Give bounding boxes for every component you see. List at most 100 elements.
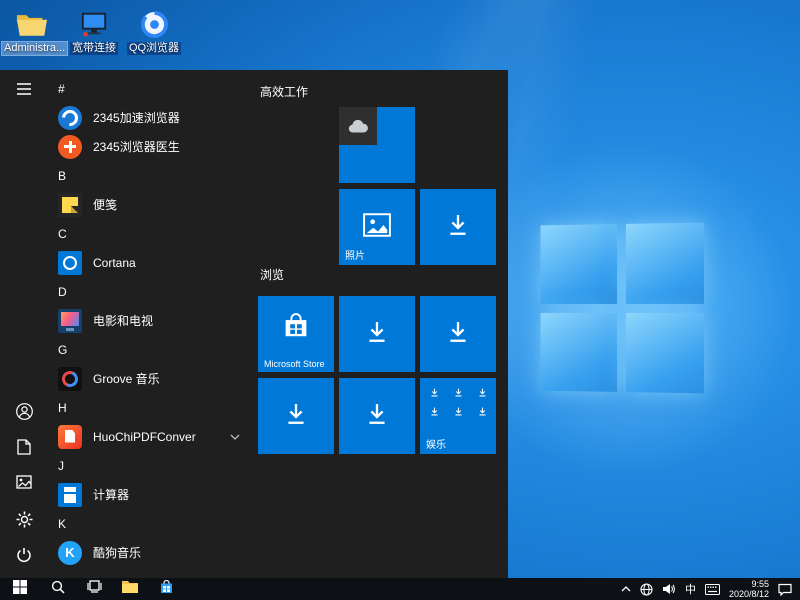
cortana-icon [58,251,82,275]
system-tray: 中 9:55 2020/8/12 [621,579,800,599]
app-list-header[interactable]: J [48,451,256,480]
app-list-item-sticky-notes[interactable]: 便笺 [48,190,256,219]
download-icon [444,318,472,351]
app-list-item-2345-browser[interactable]: 2345加速浏览器 [48,103,256,132]
header-label: B [58,169,66,183]
app-label: Groove 音乐 [93,370,160,387]
cloud-icon [339,107,377,145]
header-label: H [58,401,67,415]
header-label: # [58,82,65,96]
tile-pending-download[interactable] [339,296,415,372]
app-label: 酷狗音乐 [93,544,141,561]
app-list-header[interactable]: K [48,509,256,538]
tile-entertainment-folder[interactable]: 娱乐 [420,378,496,454]
photos-icon [363,213,391,242]
wallpaper-windows-logo [541,223,705,394]
app-label: Cortana [93,256,136,270]
windows-logo-pane [625,313,704,394]
download-icon [363,318,391,351]
app-label: 电影和电视 [93,312,153,329]
taskbar-clock[interactable]: 9:55 2020/8/12 [729,579,769,599]
folder-icon [122,580,138,598]
app-list-header[interactable]: C [48,219,256,248]
tile-pending-download[interactable] [420,189,496,265]
groove-music-icon [58,367,82,391]
windows-logo-icon [13,580,27,599]
user-icon [16,403,33,420]
header-label: C [58,227,67,241]
search-icon [51,580,65,599]
download-icon [282,400,310,433]
qq-browser-icon [124,6,184,38]
tray-chevron-button[interactable] [621,586,631,592]
taskbar: 中 9:55 2020/8/12 [0,578,800,600]
2345-browser-icon [58,106,82,130]
task-view-icon [87,580,102,598]
app-list-header[interactable]: G [48,335,256,364]
app-list-header[interactable]: D [48,277,256,306]
clock-date: 2020/8/12 [729,589,769,599]
app-list-item-cortana[interactable]: Cortana [48,248,256,277]
app-label: 2345浏览器医生 [93,138,180,155]
app-list-header[interactable]: H [48,393,256,422]
app-list-item-2345-doctor[interactable]: 2345浏览器医生 [48,132,256,161]
app-label: 计算器 [93,486,129,503]
power-button[interactable] [0,547,48,564]
windows-logo-pane [541,224,617,303]
tile-cloud-app[interactable] [339,107,415,183]
start-menu: # 2345加速浏览器 2345浏览器医生 B 便笺 C Cortana D [0,70,508,578]
app-list-item-calculator[interactable]: 计算器 [48,480,256,509]
start-rail-bottom [0,403,48,564]
desktop-icon-qq-browser[interactable]: QQ浏览器 [124,6,184,56]
desktop-icon-broadband[interactable]: 宽带连接 [64,6,124,56]
tile-pending-download[interactable] [420,296,496,372]
tile-photos[interactable]: 照片 [339,189,415,265]
touch-keyboard-icon[interactable] [705,584,720,595]
header-label: K [58,517,66,531]
task-view-button[interactable] [76,578,112,600]
download-icon [363,400,391,433]
tile-microsoft-store[interactable]: Microsoft Store [258,296,334,372]
tile-group-title-browse[interactable]: 浏览 [260,266,284,283]
ime-indicator[interactable]: 中 [685,581,696,597]
documents-button[interactable] [0,439,48,456]
app-label: 便笺 [93,196,117,213]
hamburger-icon [16,82,32,101]
account-button[interactable] [0,403,48,420]
app-list-header[interactable]: B [48,161,256,190]
app-list-item-movies-tv[interactable]: 电影和电视 [48,306,256,335]
app-list-header[interactable]: # [48,74,256,103]
desktop-icon-label: 宽带连接 [70,42,118,55]
expand-menu-button[interactable] [0,74,48,108]
settings-button[interactable] [0,511,48,528]
power-icon [16,547,32,564]
tile-pending-download[interactable] [339,378,415,454]
pictures-button[interactable] [0,475,48,492]
folder-icon [2,6,62,38]
search-button[interactable] [40,578,76,600]
app-list-item-huochi-pdf[interactable]: HuoChiPDFConver [48,422,256,451]
app-list-item-kugou-music[interactable]: 酷狗音乐 [48,538,256,567]
picture-icon [16,475,32,492]
tile-group-title-work[interactable]: 高效工作 [260,83,308,100]
desktop-icon-label: Administra... [2,42,67,55]
app-label: 2345加速浏览器 [93,109,180,126]
windows-logo-pane [541,312,617,391]
gear-icon [16,511,33,528]
tile-pending-download[interactable] [258,378,334,454]
clock-time: 9:55 [729,579,769,589]
mini-download-icons [427,387,489,417]
app-list: # 2345加速浏览器 2345浏览器医生 B 便笺 C Cortana D [48,74,256,567]
store-icon [281,312,311,347]
volume-icon[interactable] [662,583,676,595]
tile-label: 娱乐 [426,436,446,451]
movies-tv-icon [58,309,82,333]
network-globe-icon[interactable] [640,583,653,596]
store-taskbar-button[interactable] [148,578,184,600]
app-list-item-groove-music[interactable]: Groove 音乐 [48,364,256,393]
start-button[interactable] [0,578,40,600]
desktop-icon-administrator[interactable]: Administra... [2,6,62,56]
file-explorer-button[interactable] [112,578,148,600]
action-center-icon[interactable] [778,583,792,596]
tile-label: 照片 [345,247,365,262]
